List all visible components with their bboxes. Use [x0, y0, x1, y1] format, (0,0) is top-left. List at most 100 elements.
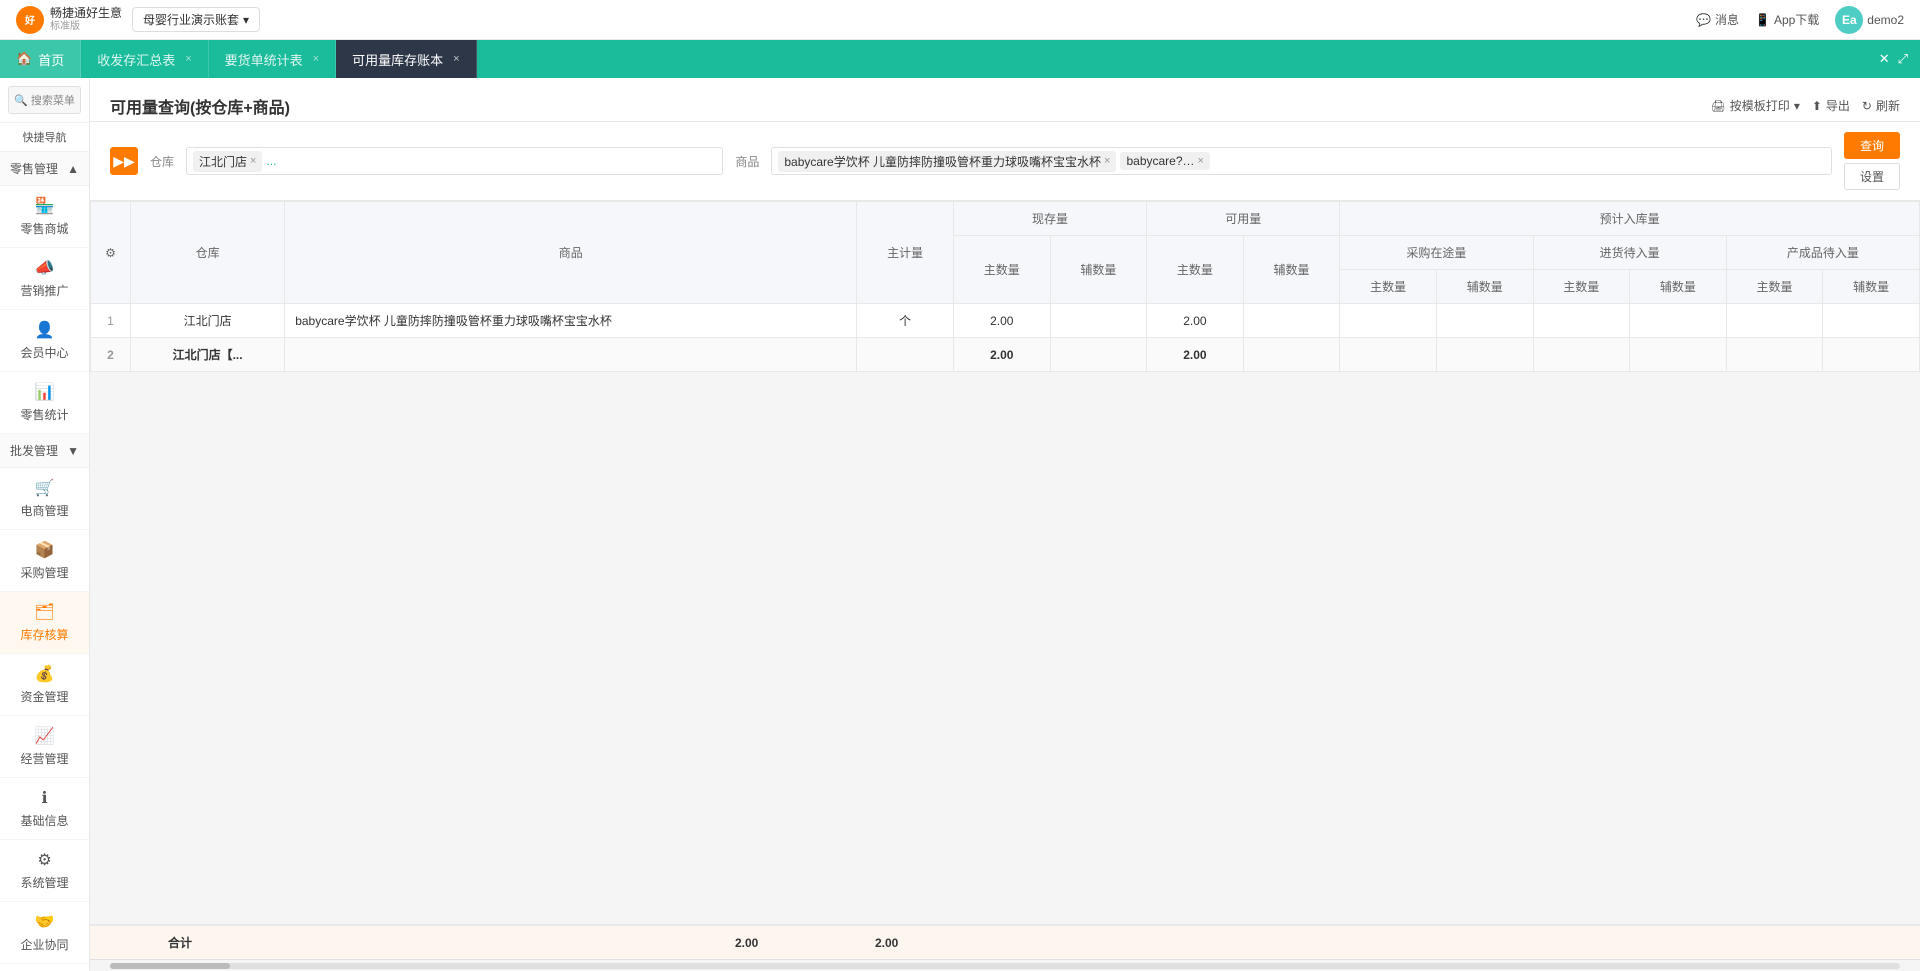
row1-current-aux — [1050, 304, 1147, 338]
row2-ip-aux — [1630, 338, 1727, 372]
sidebar-item-wholesale-mgmt[interactable]: 批发管理 ▼ — [0, 434, 89, 468]
logo-text: 畅捷通好生意 标准版 — [50, 6, 122, 32]
warehouse-filter[interactable]: 江北门店 × ... — [186, 147, 723, 175]
sidebar-item-enterprise-coop[interactable]: 🤝 企业协同 — [0, 902, 89, 964]
row2-product — [285, 338, 857, 372]
tab-receive-summary[interactable]: 收发存汇总表 × — [81, 40, 208, 78]
sidebar-item-finance[interactable]: 💰 资金管理 — [0, 654, 89, 716]
sidebar-item-retail-mall[interactable]: 🏪 零售商城 — [0, 186, 89, 248]
sidebar-item-operation[interactable]: 📈 经营管理 — [0, 716, 89, 778]
sidebar-item-retail-stats[interactable]: 📊 零售统计 — [0, 372, 89, 434]
remove-product-tag-2-icon[interactable]: × — [1198, 155, 1204, 167]
row2-ip-main — [1533, 338, 1630, 372]
print-template-btn[interactable]: 🖨 按模板打印 ▾ — [1711, 97, 1800, 114]
th-main-unit: 主计量 — [857, 202, 954, 304]
table-row: 1 江北门店 babycare学饮杯 儿童防摔防撞吸管杯重力球吸嘴杯宝宝水杯 个… — [91, 304, 1920, 338]
bottom-scrollbar[interactable] — [90, 959, 1920, 971]
top-bar-left: 好 畅捷通好生意 标准版 母婴行业演示账套 ▾ — [16, 6, 260, 34]
row2-warehouse: 江北门店【... — [131, 338, 285, 372]
basic-info-icon: ℹ — [41, 788, 47, 808]
expand-icon[interactable]: ⤢ — [1898, 51, 1908, 67]
row1-unit: 个 — [857, 304, 954, 338]
inventory-icon: 🗂 — [34, 602, 54, 622]
main-layout: 🔍 搜索菜单 快捷导航 零售管理 ▲ 🏪 零售商城 📣 营销推广 👤 会员中心 … — [0, 78, 1920, 971]
th-avail-aux: 辅数量 — [1243, 236, 1340, 304]
close-icon[interactable]: × — [313, 53, 319, 65]
page-header: 可用量查询(按仓库+商品) 🖨 按模板打印 ▾ ⬆ 导出 ↻ 刷新 — [90, 78, 1920, 122]
export-btn[interactable]: ⬆ 导出 — [1812, 97, 1850, 114]
product-tag-1: babycare学饮杯 儿童防摔防撞吸管杯重力球吸嘴杯宝宝水杯 × — [778, 151, 1116, 172]
more-warehouse-btn[interactable]: ... — [266, 154, 276, 168]
setting-button[interactable]: 设置 — [1844, 163, 1900, 190]
download-icon: 📱 — [1755, 13, 1770, 27]
th-current-stock: 现存量 — [953, 202, 1146, 236]
row2-current-aux — [1050, 338, 1147, 372]
th-pt-main: 主数量 — [1340, 270, 1437, 304]
ecommerce-icon: 🛒 — [35, 478, 55, 498]
logo: 好 畅捷通好生意 标准版 — [16, 6, 122, 34]
table-footer: 合计 2.00 2.00 — [90, 924, 1920, 959]
row1-product: babycare学饮杯 儿童防摔防撞吸管杯重力球吸嘴杯宝宝水杯 — [285, 304, 857, 338]
sidebar-item-member-center[interactable]: 👤 会员中心 — [0, 310, 89, 372]
inventory-table: ⚙ 仓库 商品 主计量 现存量 可用量 预计入库量 主数量 辅数量 主数量 辅数… — [90, 201, 1920, 372]
th-current-main: 主数量 — [953, 236, 1050, 304]
scroll-thumb[interactable] — [110, 963, 230, 969]
sidebar-item-inventory[interactable]: 🗂 库存核算 — [0, 592, 89, 654]
filter-toggle-btn[interactable]: ▶▶ — [110, 147, 138, 175]
sidebar-item-ecommerce[interactable]: 🛒 电商管理 — [0, 468, 89, 530]
footer-avail-main: 2.00 — [857, 936, 917, 950]
th-production-pending: 产成品待入量 — [1726, 236, 1919, 270]
column-settings-icon[interactable]: ⚙ — [105, 246, 116, 260]
tab-home[interactable]: 🏠 首页 — [0, 40, 81, 78]
th-purchase-transit: 采购在途量 — [1340, 236, 1533, 270]
row-num-2: 2 — [91, 338, 131, 372]
close-all-icon[interactable]: ✕ — [1879, 51, 1890, 67]
app-download-btn[interactable]: 📱 App下载 — [1755, 11, 1819, 28]
row2-pp-aux — [1823, 338, 1920, 372]
row-num-1: 1 — [91, 304, 131, 338]
product-filter[interactable]: babycare学饮杯 儿童防摔防撞吸管杯重力球吸嘴杯宝宝水杯 × babyca… — [771, 147, 1832, 175]
sidebar-item-basic-info[interactable]: ℹ 基础信息 — [0, 778, 89, 840]
quick-nav-btn[interactable]: 快捷导航 — [0, 123, 89, 152]
row1-pt-main — [1340, 304, 1437, 338]
filter-area: ▶▶ 仓库 江北门店 × ... 商品 babycare学饮杯 儿童防摔防撞吸管… — [90, 122, 1920, 201]
th-settings[interactable]: ⚙ — [91, 202, 131, 304]
close-icon[interactable]: × — [453, 53, 459, 65]
nav-tabs: 🏠 首页 收发存汇总表 × 要货单统计表 × 可用量库存账本 × ✕ ⤢ — [0, 40, 1920, 78]
sidebar-item-system[interactable]: ⚙ 系统管理 — [0, 840, 89, 902]
row2-pp-main — [1726, 338, 1823, 372]
chevron-icon: ▼ — [67, 444, 79, 458]
tab-available-stock[interactable]: 可用量库存账本 × — [336, 40, 476, 78]
top-bar-right: 💬 消息 📱 App下载 Ea demo2 — [1696, 6, 1904, 34]
remove-product-tag-icon[interactable]: × — [1104, 155, 1110, 167]
message-btn[interactable]: 💬 消息 — [1696, 11, 1739, 28]
user-profile[interactable]: Ea demo2 — [1835, 6, 1904, 34]
th-pt-aux: 辅数量 — [1436, 270, 1533, 304]
th-pp-main: 主数量 — [1726, 270, 1823, 304]
sidebar-item-marketing[interactable]: 📣 营销推广 — [0, 248, 89, 310]
row2-avail-aux — [1243, 338, 1340, 372]
top-bar: 好 畅捷通好生意 标准版 母婴行业演示账套 ▾ 💬 消息 📱 App下载 Ea … — [0, 0, 1920, 40]
query-button[interactable]: 查询 — [1844, 132, 1900, 159]
product-label: 商品 — [735, 153, 759, 170]
sidebar-search-area: 🔍 搜索菜单 — [0, 78, 89, 123]
row2-avail-main: 2.00 — [1147, 338, 1244, 372]
refresh-icon: ↻ — [1862, 99, 1872, 113]
chevron-icon: ▲ — [67, 162, 79, 176]
refresh-btn[interactable]: ↻ 刷新 — [1862, 97, 1900, 114]
close-icon[interactable]: × — [185, 53, 191, 65]
th-product: 商品 — [285, 202, 857, 304]
system-icon: ⚙ — [37, 850, 51, 870]
remove-tag-icon[interactable]: × — [250, 155, 256, 167]
table-container: ⚙ 仓库 商品 主计量 现存量 可用量 预计入库量 主数量 辅数量 主数量 辅数… — [90, 201, 1920, 924]
product-tag-2: babycare?… × — [1120, 152, 1209, 170]
th-current-aux: 辅数量 — [1050, 236, 1147, 304]
search-menu-btn[interactable]: 🔍 搜索菜单 — [8, 86, 81, 114]
avatar: Ea — [1835, 6, 1863, 34]
sidebar-item-purchase[interactable]: 📦 采购管理 — [0, 530, 89, 592]
industry-selector[interactable]: 母婴行业演示账套 ▾ — [132, 7, 260, 32]
sidebar-item-new-guide[interactable]: 🌟 新手引导 — [0, 964, 89, 971]
home-icon: 🏠 — [16, 51, 32, 67]
tab-order-stats[interactable]: 要货单统计表 × — [209, 40, 336, 78]
sidebar-item-retail-mgmt[interactable]: 零售管理 ▲ — [0, 152, 89, 186]
